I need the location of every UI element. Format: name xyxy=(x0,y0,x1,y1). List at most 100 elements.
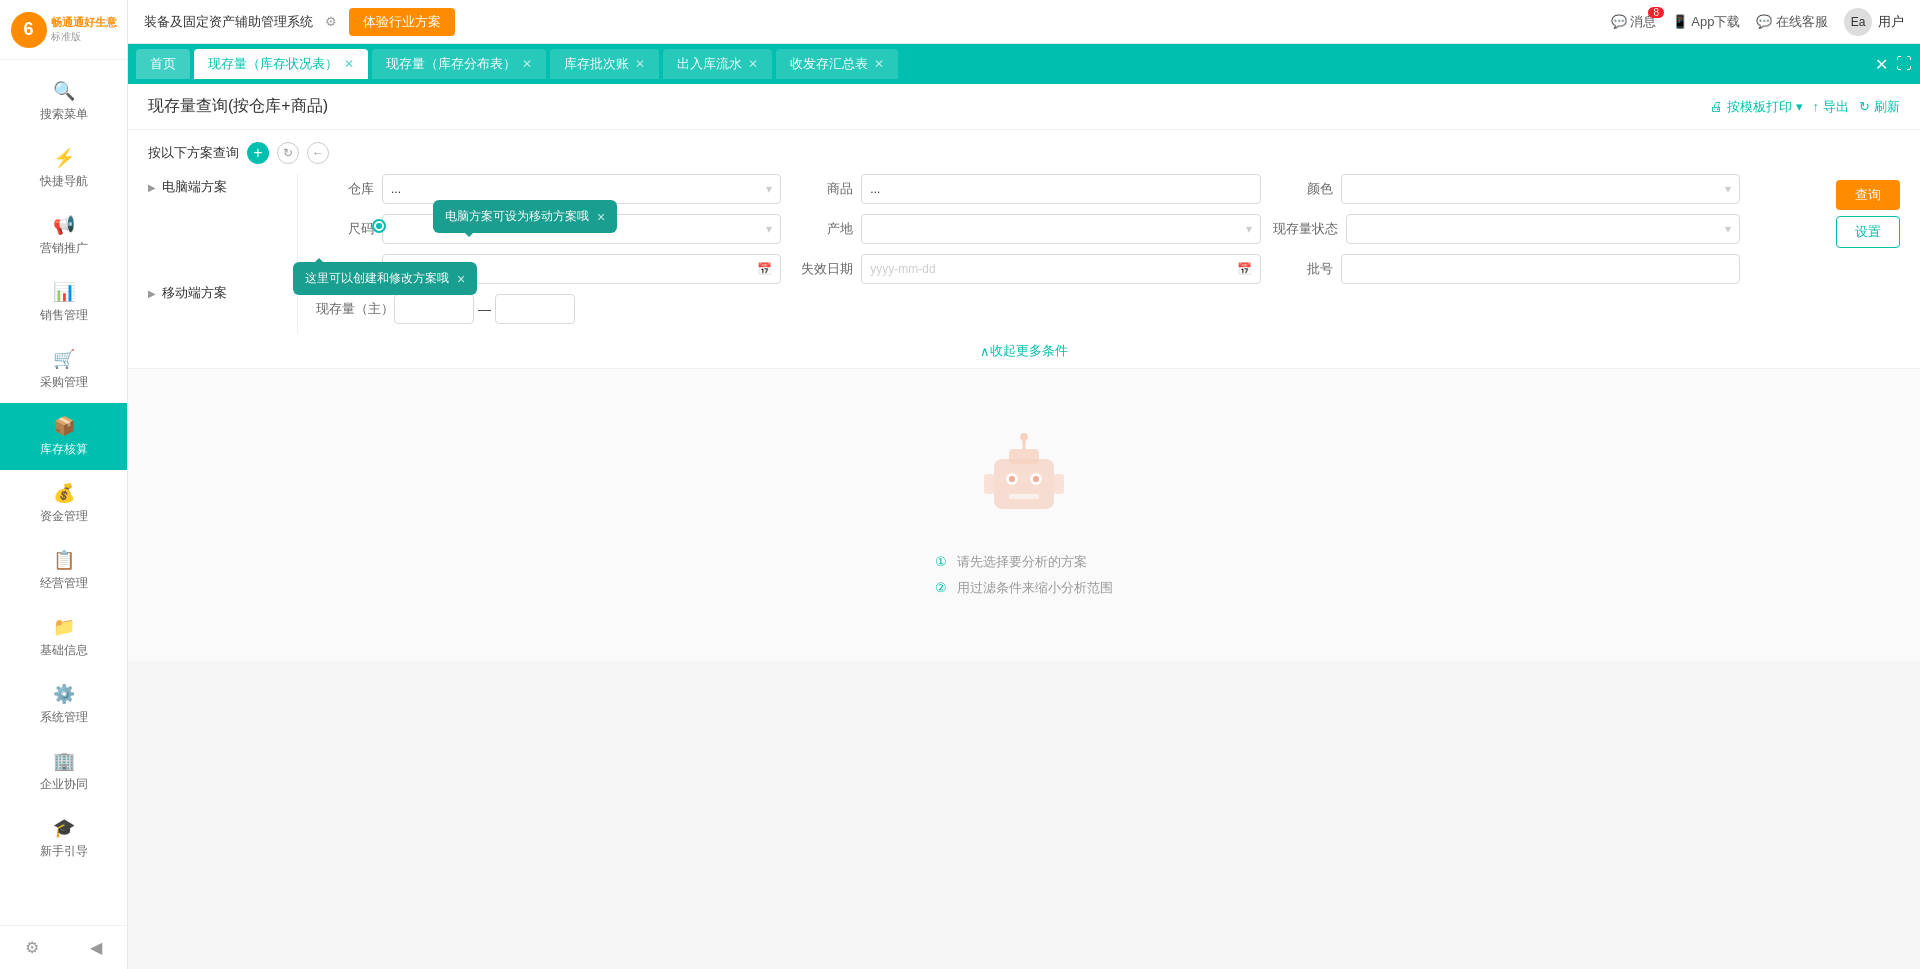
stock-status-select[interactable]: ▾ xyxy=(1346,214,1740,244)
color-select[interactable]: ▾ xyxy=(1341,174,1740,204)
sidebar-item-basic[interactable]: 📁 基础信息 xyxy=(0,604,127,671)
svg-point-4 xyxy=(1009,476,1015,482)
export-icon: ↑ xyxy=(1813,99,1820,114)
set-button[interactable]: 设置 xyxy=(1836,216,1900,248)
tab-close-batch[interactable]: ✕ xyxy=(635,57,645,71)
system-icon: ⚙️ xyxy=(53,683,75,705)
tab-inout[interactable]: 出入库流水 ✕ xyxy=(663,49,772,79)
sidebar-item-sales[interactable]: 📊 销售管理 xyxy=(0,269,127,336)
fullscreen-btn[interactable]: ⛶ xyxy=(1896,55,1912,74)
arrow-icon-2: ▶ xyxy=(148,288,156,299)
sidebar-bottom: ⚙ ◀ xyxy=(0,925,127,969)
avatar: Ea xyxy=(1844,8,1872,36)
sidebar-item-finance[interactable]: 💰 资金管理 xyxy=(0,470,127,537)
tabs-bar: 首页 现存量（库存状况表） ✕ 现存量（库存分布表） ✕ 库存批次账 ✕ 出入库… xyxy=(128,44,1920,84)
user-menu[interactable]: Ea 用户 xyxy=(1844,8,1904,36)
chevron-down-icon: ▾ xyxy=(1796,99,1803,114)
basic-icon: 📁 xyxy=(53,616,75,638)
tab-collect[interactable]: 收发存汇总表 ✕ xyxy=(776,49,898,79)
scheme-item-pc[interactable]: ▶ 电脑端方案 xyxy=(148,174,281,200)
search-button[interactable]: 查询 xyxy=(1836,180,1900,210)
close-all-tabs-btn[interactable]: ✕ xyxy=(1875,55,1888,74)
header-right: 💬 消息 8 📱 App下载 💬 在线客服 Ea 用户 xyxy=(1611,8,1904,36)
trial-button[interactable]: 体验行业方案 xyxy=(349,8,455,36)
phone-icon: 📱 xyxy=(1672,14,1688,29)
operation-icon: 📋 xyxy=(53,549,75,571)
calendar-icon-2: 📅 xyxy=(1237,262,1252,276)
tooltip-bubble-2: 这里可以创建和修改方案哦 × xyxy=(293,262,477,295)
tooltip-1-close-btn[interactable]: × xyxy=(597,209,605,225)
scheme-item-mobile[interactable]: ▶ 移动端方案 xyxy=(148,280,281,306)
search-buttons: 查询 设置 xyxy=(1836,180,1900,248)
tab-close-collect[interactable]: ✕ xyxy=(874,57,884,71)
sidebar-item-search[interactable]: 🔍 搜索菜单 xyxy=(0,68,127,135)
app-download-btn[interactable]: 📱 App下载 xyxy=(1672,13,1740,31)
gear-icon[interactable]: ⚙ xyxy=(325,14,337,29)
sidebar-item-system[interactable]: ⚙️ 系统管理 xyxy=(0,671,127,738)
tooltip-2-close-btn[interactable]: × xyxy=(457,271,465,287)
tab-batch[interactable]: 库存批次账 ✕ xyxy=(550,49,659,79)
sales-icon: 📊 xyxy=(53,281,75,303)
svg-point-10 xyxy=(1020,433,1028,441)
message-btn[interactable]: 💬 消息 8 xyxy=(1611,13,1657,31)
tab-inventory-status[interactable]: 现存量（库存状况表） ✕ xyxy=(194,49,368,79)
range-separator: — xyxy=(478,302,491,317)
template-print-btn[interactable]: 🖨 按模板打印 ▾ xyxy=(1710,98,1803,116)
marketing-icon: 📢 xyxy=(53,214,75,236)
page-title: 现存量查询(按仓库+商品) xyxy=(148,96,328,117)
dot-indicator xyxy=(374,221,384,231)
goods-select[interactable]: ... xyxy=(861,174,1260,204)
chevron-down-icon-4: ▾ xyxy=(1246,222,1252,236)
refresh-scheme-btn[interactable]: ↻ xyxy=(277,142,299,164)
expire-date-input[interactable]: yyyy-mm-dd 📅 xyxy=(861,254,1260,284)
tab-home[interactable]: 首页 xyxy=(136,49,190,79)
filter-row-3: 生产日期 yyyy-mm-dd 📅 失效日期 yyyy-mm-dd 📅 xyxy=(314,254,1740,284)
sidebar-item-marketing[interactable]: 📢 营销推广 xyxy=(0,202,127,269)
sidebar-item-operation[interactable]: 📋 经营管理 xyxy=(0,537,127,604)
tab-close-inventory-status[interactable]: ✕ xyxy=(344,57,354,71)
sidebar: 6 畅通通好生意 标准版 🔍 搜索菜单 ⚡ 快捷导航 📢 营销推广 📊 销售管理… xyxy=(0,0,128,969)
add-scheme-btn[interactable]: + xyxy=(247,142,269,164)
stock-qty-range: — xyxy=(394,294,1740,324)
batch-label: 批号 xyxy=(1273,260,1333,278)
batch-input[interactable] xyxy=(1341,254,1740,284)
sidebar-nav: 🔍 搜索菜单 ⚡ 快捷导航 📢 营销推广 📊 销售管理 🛒 采购管理 📦 库存核… xyxy=(0,60,127,925)
sidebar-item-inventory[interactable]: 📦 库存核算 xyxy=(0,403,127,470)
sidebar-item-quick[interactable]: ⚡ 快捷导航 xyxy=(0,135,127,202)
stock-qty-to[interactable] xyxy=(495,294,575,324)
chevron-down-icon-3: ▾ xyxy=(766,222,772,236)
stock-qty-from[interactable] xyxy=(394,294,474,324)
arrow-scheme-btn[interactable]: ← xyxy=(307,142,329,164)
settings-bottom-btn[interactable]: ⚙ xyxy=(25,938,39,957)
arrow-icon: ▶ xyxy=(148,182,156,193)
tab-close-inout[interactable]: ✕ xyxy=(748,57,758,71)
msg-badge: 8 xyxy=(1648,7,1664,18)
sidebar-item-newuser[interactable]: 🎓 新手引导 xyxy=(0,805,127,872)
chevron-down-icon-2: ▾ xyxy=(1725,182,1731,196)
header-left: 装备及固定资产辅助管理系统 ⚙ 体验行业方案 xyxy=(144,8,455,36)
scheme-list: ▶ 电脑端方案 ▶ 移动端方案 xyxy=(148,174,298,334)
sidebar-item-purchase[interactable]: 🛒 采购管理 xyxy=(0,336,127,403)
chevron-up-icon: ∧ xyxy=(980,344,990,359)
logo-text: 畅通通好生意 标准版 xyxy=(51,15,117,44)
svg-rect-8 xyxy=(1054,474,1064,494)
purchase-icon: 🛒 xyxy=(53,348,75,370)
svg-rect-0 xyxy=(994,459,1054,509)
collapse-btn[interactable]: ◀ xyxy=(90,938,102,957)
filter-batch: 批号 xyxy=(1273,254,1740,284)
sidebar-item-enterprise[interactable]: 🏢 企业协同 xyxy=(0,738,127,805)
tab-inventory-dist[interactable]: 现存量（库存分布表） ✕ xyxy=(372,49,546,79)
collapse-row[interactable]: ∧ 收起更多条件 xyxy=(148,334,1900,368)
refresh-btn[interactable]: ↻ 刷新 xyxy=(1859,98,1900,116)
color-label: 颜色 xyxy=(1273,180,1333,198)
service-icon: 💬 xyxy=(1756,14,1772,29)
export-btn[interactable]: ↑ 导出 xyxy=(1813,98,1850,116)
filters-panel: 仓库 ... ▾ 商品 ... 颜色 xyxy=(298,174,1900,334)
size-label: 尺码 xyxy=(314,220,374,238)
service-btn[interactable]: 💬 在线客服 xyxy=(1756,13,1828,31)
filter-color: 颜色 ▾ xyxy=(1273,174,1740,204)
empty-state-icon xyxy=(974,429,1074,529)
stock-status-label: 现存量状态 xyxy=(1273,220,1338,238)
tab-close-inventory-dist[interactable]: ✕ xyxy=(522,57,532,71)
origin-select[interactable]: ▾ xyxy=(861,214,1260,244)
